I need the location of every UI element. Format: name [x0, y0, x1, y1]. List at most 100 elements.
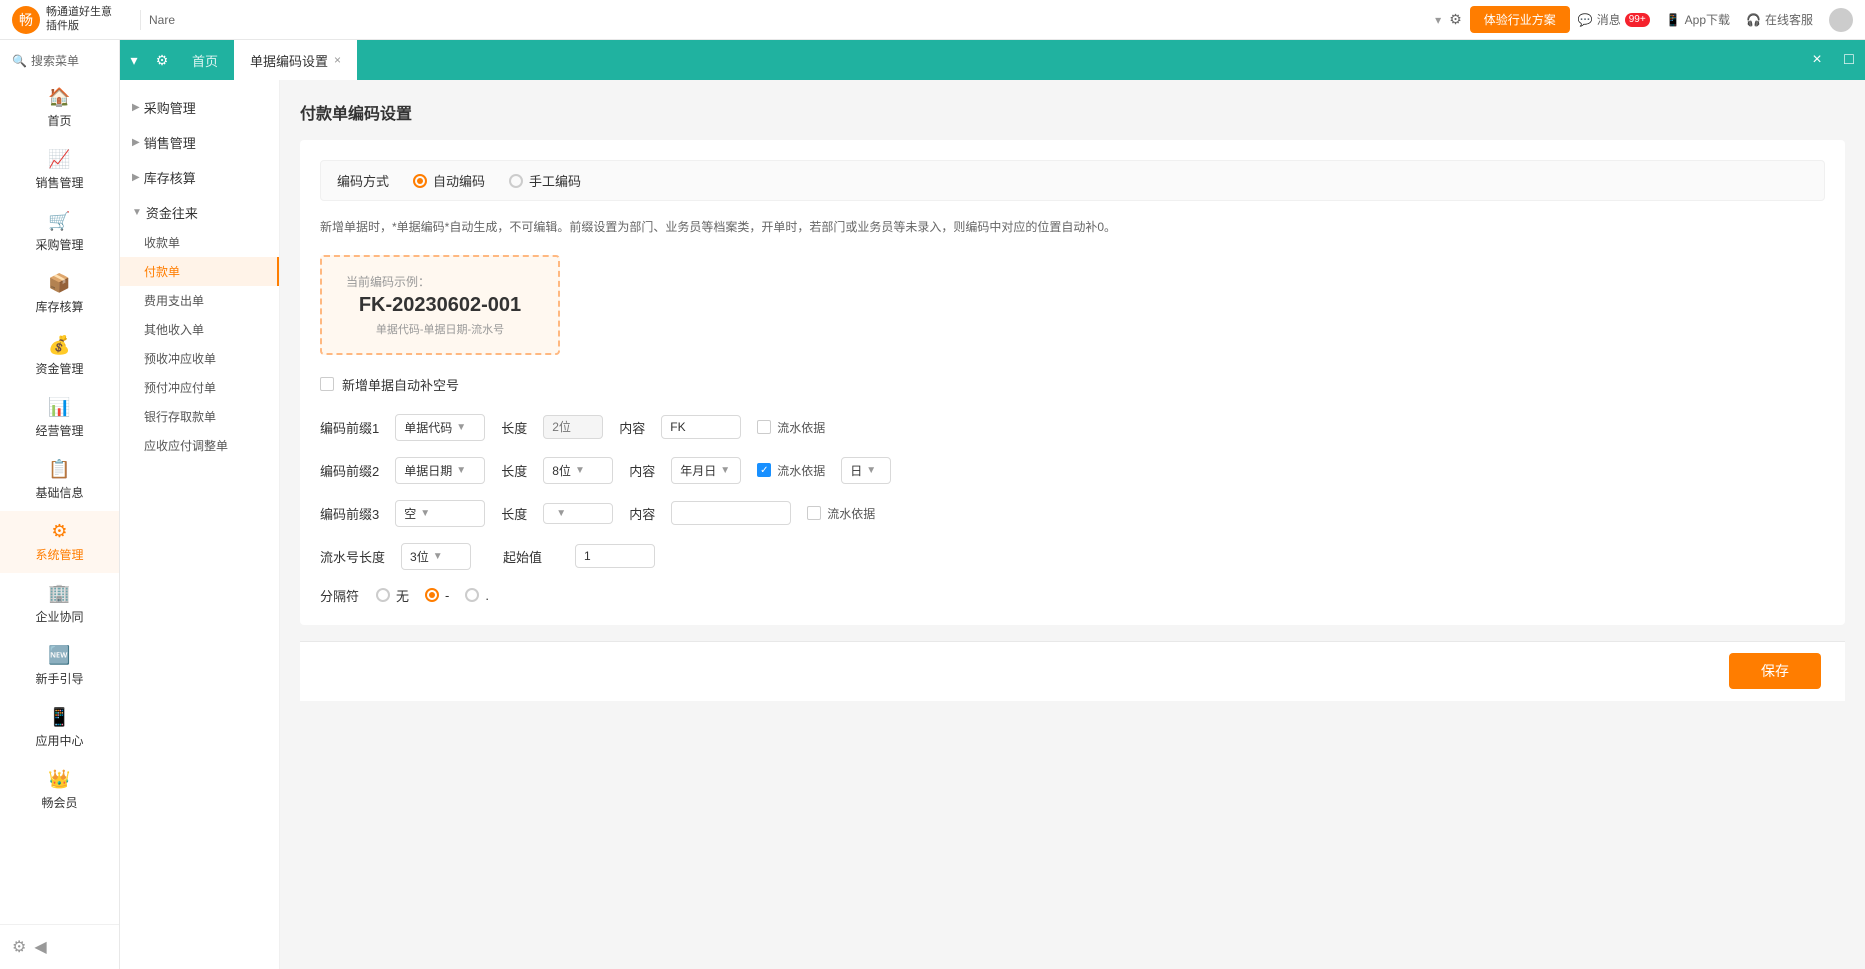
topbar-right: 💬 消息 99+ 📱 App下载 🎧 在线客服: [1578, 8, 1853, 32]
manual-encode-radio[interactable]: 手工编码: [509, 171, 581, 190]
sales-icon: 📈: [48, 149, 70, 170]
sidebar-item-apps[interactable]: 📱 应用中心: [0, 697, 119, 759]
basic-icon: 📋: [48, 459, 70, 480]
sub-menu-item-payment[interactable]: 付款单: [120, 257, 279, 286]
prefix3-row: 编码前缀3 空 ▼ 长度 ▼ 内容: [320, 500, 1825, 527]
content-area: ▶ 采购管理 ▶ 销售管理 ▶ 库存核算: [120, 80, 1865, 969]
prefix3-flow-check: [807, 506, 821, 520]
sidebar-item-enterprise[interactable]: 🏢 企业协同: [0, 573, 119, 635]
window-maximize-btn[interactable]: □: [1833, 40, 1865, 80]
sub-menu-item-receipt[interactable]: 收款单: [120, 228, 279, 257]
sidebar-item-inventory[interactable]: 📦 库存核算: [0, 263, 119, 325]
prefix3-length-select[interactable]: ▼: [543, 503, 613, 524]
sidebar-item-label: 新手引导: [35, 670, 83, 687]
message-btn[interactable]: 💬 消息 99+: [1578, 11, 1650, 28]
sidebar-item-finance[interactable]: 💰 资金管理: [0, 325, 119, 387]
prefix3-content-input[interactable]: [671, 501, 791, 525]
prefix1-length-input[interactable]: [543, 415, 603, 439]
window-minimize-btn[interactable]: ×: [1801, 40, 1833, 80]
info-text: 新增单据时，*单据编码*自动生成，不可编辑。前缀设置为部门、业务员等档案类，开单…: [320, 217, 1825, 239]
sidebar-item-guide[interactable]: 🆕 新手引导: [0, 635, 119, 697]
sidebar-item-operation[interactable]: 📊 经营管理: [0, 387, 119, 449]
sub-menu-item-ar-ap-adjust[interactable]: 应收应付调整单: [120, 431, 279, 460]
prefix1-select[interactable]: 单据代码 ▼: [395, 414, 485, 441]
sub-menu-item-expense[interactable]: 费用支出单: [120, 286, 279, 315]
encode-mode-row: 编码方式 自动编码 手工编码: [320, 160, 1825, 201]
sidebar-item-label: 畅会员: [41, 794, 77, 811]
sidebar-item-label: 首页: [47, 112, 71, 129]
nav-right: × □: [1801, 40, 1865, 80]
preview-box: 当前编码示例： FK-20230602-001 单据代码-单据日期-流水号: [320, 255, 560, 355]
sub-menu-group-purchase: ▶ 采购管理: [120, 92, 279, 123]
start-value-input[interactable]: [575, 544, 655, 568]
trial-button[interactable]: 体验行业方案: [1470, 6, 1570, 33]
start-value-label: 起始值: [503, 547, 559, 566]
sidebar-item-label: 资金管理: [35, 360, 83, 377]
prefix3-flow-checkbox[interactable]: 流水依据: [807, 505, 875, 522]
prefix1-content-input[interactable]: [661, 415, 741, 439]
purchase-icon: 🛒: [48, 211, 70, 232]
logo-text: 畅通道好生意 插件版: [46, 6, 112, 32]
prefix2-content-label: 内容: [629, 461, 655, 480]
sidebar-item-label: 经营管理: [35, 422, 83, 439]
arrow-down-icon: ▼: [132, 207, 142, 218]
sub-menu-item-prepay-payable[interactable]: 预付冲应付单: [120, 373, 279, 402]
manual-radio-circle: [509, 174, 523, 188]
sub-menu-inventory-title[interactable]: ▶ 库存核算: [120, 162, 279, 193]
page-content: 付款单编码设置 编码方式 自动编码 手工编码: [280, 80, 1865, 969]
flow-length-label: 流水号长度: [320, 547, 385, 566]
home-icon: 🏠: [48, 87, 70, 108]
prefix2-content-select[interactable]: 年月日 ▼: [671, 457, 741, 484]
prefix2-length-select[interactable]: 8位 ▼: [543, 457, 613, 484]
tab-gear-btn[interactable]: ⚙: [148, 40, 176, 80]
sub-menu-sales-title[interactable]: ▶ 销售管理: [120, 127, 279, 158]
save-button[interactable]: 保存: [1729, 653, 1821, 689]
online-service-btn[interactable]: 🎧 在线客服: [1746, 11, 1813, 28]
prefix3-len-dropdown-icon: ▼: [556, 508, 566, 519]
sidebar-settings-icon[interactable]: ⚙: [12, 937, 26, 957]
tab-home[interactable]: 首页: [176, 40, 234, 80]
sidebar-item-label: 采购管理: [35, 236, 83, 253]
sidebar-item-purchase[interactable]: 🛒 采购管理: [0, 201, 119, 263]
sub-menu-capital-title[interactable]: ▼ 资金往来: [120, 197, 279, 228]
sidebar-item-basic[interactable]: 📋 基础信息: [0, 449, 119, 511]
settings-card: 编码方式 自动编码 手工编码 新增单据时，*单据编码*自动生成，不可编辑。前缀设…: [300, 140, 1845, 625]
autofill-checkbox[interactable]: [320, 377, 334, 391]
tab-expand-btn[interactable]: ▾: [120, 40, 148, 80]
sub-menu-purchase-title[interactable]: ▶ 采购管理: [120, 92, 279, 123]
prefix1-flow-checkbox[interactable]: 流水依据: [757, 419, 825, 436]
sub-menu-group-sales: ▶ 销售管理: [120, 127, 279, 158]
sub-menu-item-bank-deposit[interactable]: 银行存取款单: [120, 402, 279, 431]
prefix2-flow-checkbox[interactable]: ✓ 流水依据: [757, 462, 825, 479]
app-download-btn[interactable]: 📱 App下载: [1666, 11, 1730, 28]
sep-dot-radio[interactable]: .: [465, 588, 489, 603]
prefix2-flow-unit-select[interactable]: 日 ▼: [841, 457, 891, 484]
sidebar-item-sales[interactable]: 📈 销售管理: [0, 139, 119, 201]
auto-encode-radio[interactable]: 自动编码: [413, 171, 485, 190]
operation-icon: 📊: [48, 397, 70, 418]
sub-menu-group-capital: ▼ 资金往来 收款单 付款单 费用支出单 其他收入单 预收冲应收单 预付冲应付单…: [120, 197, 279, 460]
avatar[interactable]: [1829, 8, 1853, 32]
tab-active[interactable]: 单据编码设置 ×: [234, 40, 357, 80]
flow-length-select[interactable]: 3位 ▼: [401, 543, 471, 570]
tab-close-icon[interactable]: ×: [334, 53, 341, 67]
prefix3-select[interactable]: 空 ▼: [395, 500, 485, 527]
prefix2-select[interactable]: 单据日期 ▼: [395, 457, 485, 484]
sidebar-item-system[interactable]: ⚙ 系统管理: [0, 511, 119, 573]
sep-dash-radio[interactable]: -: [425, 588, 449, 603]
expand-dropdown-icon[interactable]: ▾: [1435, 13, 1441, 27]
prefix3-content-label: 内容: [629, 504, 655, 523]
settings-icon[interactable]: ⚙: [1449, 11, 1462, 28]
sidebar-search[interactable]: 🔍 搜索菜单: [0, 44, 119, 77]
sidebar-collapse-icon[interactable]: ◀: [34, 937, 46, 957]
sep-none-radio[interactable]: 无: [376, 586, 409, 605]
prefix1-content-label: 内容: [619, 418, 645, 437]
prefix3-label: 编码前缀3: [320, 504, 379, 523]
sub-menu-item-prepay-receivable[interactable]: 预收冲应收单: [120, 344, 279, 373]
sep-dash-circle: [425, 588, 439, 602]
sep-dot-circle: [465, 588, 479, 602]
message-badge: 99+: [1625, 13, 1650, 27]
sidebar-item-home[interactable]: 🏠 首页: [0, 77, 119, 139]
sidebar-item-member[interactable]: 👑 畅会员: [0, 759, 119, 821]
sub-menu-item-other-income[interactable]: 其他收入单: [120, 315, 279, 344]
